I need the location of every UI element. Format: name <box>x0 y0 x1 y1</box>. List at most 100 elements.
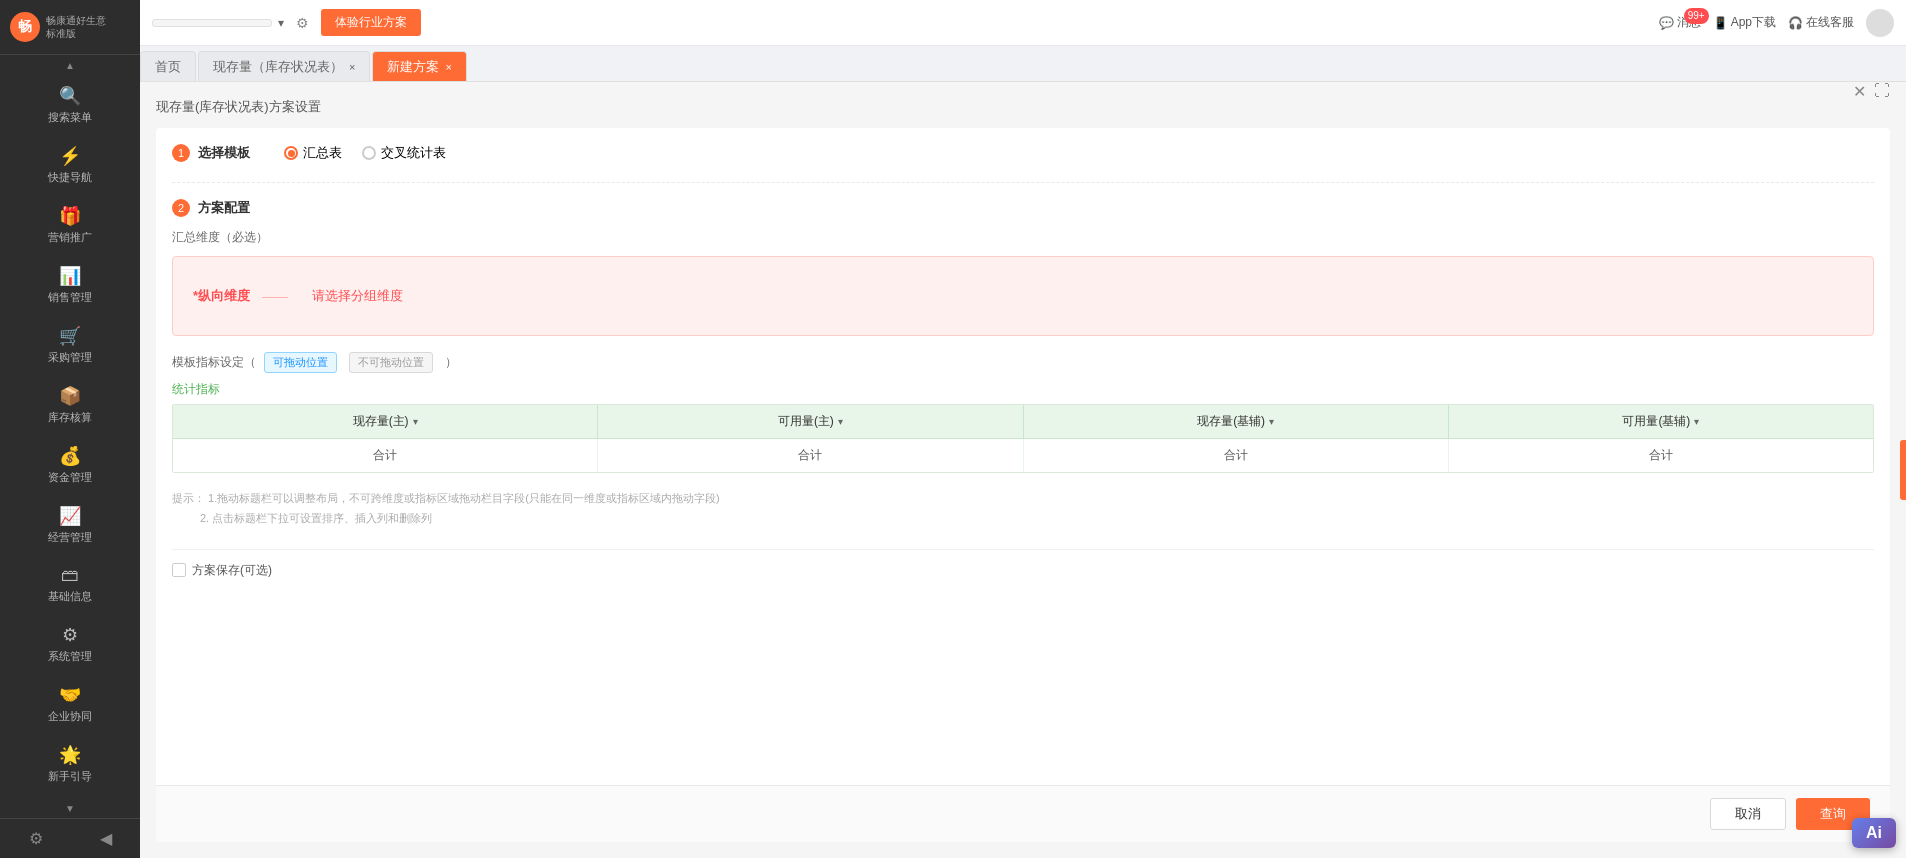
template-options: 汇总表 交叉统计表 <box>284 144 446 162</box>
user-avatar[interactable] <box>1866 9 1894 37</box>
save-checkbox[interactable] <box>172 563 186 577</box>
app-download-btn[interactable]: 📱 App下载 <box>1713 14 1776 31</box>
sidebar-item-marketing[interactable]: 🎁 营销推广 <box>0 195 140 255</box>
inventory-tab-close[interactable]: × <box>349 61 355 73</box>
sidebar-item-label: 快捷导航 <box>48 170 92 185</box>
dropdown-arrow[interactable]: ▾ <box>278 16 284 30</box>
step1-section: 1 选择模板 汇总表 交叉统计表 <box>172 144 1874 162</box>
search-input[interactable] <box>152 19 272 27</box>
operation-icon: 📈 <box>59 505 81 527</box>
dimension-hint: 请选择分组维度 <box>312 287 403 305</box>
col-header-2[interactable]: 现存量(基辅) ▾ <box>1024 405 1449 438</box>
cell-2: 合计 <box>1024 439 1449 472</box>
col-header-1[interactable]: 可用量(主) ▾ <box>598 405 1023 438</box>
sidebar-item-search[interactable]: 🔍 搜索菜单 <box>0 75 140 135</box>
online-service-btn[interactable]: 🎧 在线客服 <box>1788 14 1854 31</box>
sidebar-item-basic[interactable]: 🗃 基础信息 <box>0 555 140 614</box>
sidebar-footer: ⚙ ◀ <box>0 818 140 858</box>
footer: 取消 查询 <box>156 785 1890 842</box>
sidebar-item-finance[interactable]: 💰 资金管理 <box>0 435 140 495</box>
search-area: ▾ <box>152 16 284 30</box>
tip-item-2: 2. 点击标题栏下拉可设置排序、插入列和删除列 <box>172 509 1874 529</box>
cancel-button[interactable]: 取消 <box>1710 798 1786 830</box>
step1-header: 1 选择模板 汇总表 交叉统计表 <box>172 144 1874 162</box>
dimension-required: *纵向维度 <box>193 287 250 305</box>
main-panel: 1 选择模板 汇总表 交叉统计表 <box>156 128 1890 842</box>
radio-summary[interactable]: 汇总表 <box>284 144 342 162</box>
panel-body: 1 选择模板 汇总表 交叉统计表 <box>156 128 1890 785</box>
chip-draggable: 可拖动位置 <box>264 352 337 373</box>
topbar-right: 💬 消息 99+ 📱 App下载 🎧 在线客服 <box>1659 9 1894 37</box>
trial-industry-btn[interactable]: 体验行业方案 <box>321 9 421 36</box>
tab-inventory[interactable]: 现存量（库存状况表） × <box>198 51 370 81</box>
sidebar-item-label: 基础信息 <box>48 589 92 604</box>
settings-footer-btn[interactable]: ⚙ <box>29 829 43 848</box>
save-option: 方案保存(可选) <box>172 549 1874 579</box>
home-tab-label: 首页 <box>155 58 181 76</box>
col-arrow-3[interactable]: ▾ <box>1694 416 1699 427</box>
sidebar-item-company[interactable]: 🤝 企业协同 <box>0 674 140 734</box>
main-container: ▾ ⚙ 体验行业方案 💬 消息 99+ 📱 App下载 🎧 在线客服 首页 <box>140 0 1906 858</box>
close-panel-btn[interactable]: ✕ <box>1853 82 1866 101</box>
radio-cross-label: 交叉统计表 <box>381 144 446 162</box>
ai-badge[interactable]: Ai <box>1852 818 1896 848</box>
sidebar-item-label: 采购管理 <box>48 350 92 365</box>
cell-1: 合计 <box>598 439 1023 472</box>
col-arrow-0[interactable]: ▾ <box>413 416 418 427</box>
tabbar: 首页 现存量（库存状况表） × 新建方案 × <box>140 46 1906 82</box>
tab-new-plan[interactable]: 新建方案 × <box>372 51 466 81</box>
sidebar-item-operation[interactable]: 📈 经营管理 <box>0 495 140 555</box>
basic-icon: 🗃 <box>61 565 79 586</box>
sales-icon: 📊 <box>59 265 81 287</box>
col-arrow-1[interactable]: ▾ <box>838 416 843 427</box>
company-icon: 🤝 <box>59 684 81 706</box>
guide-icon: 🌟 <box>59 744 81 766</box>
sidebar-item-system[interactable]: ⚙ 系统管理 <box>0 614 140 674</box>
scroll-down-btn[interactable]: ▼ <box>0 798 140 818</box>
col-header-0[interactable]: 现存量(主) ▾ <box>173 405 598 438</box>
inventory-tab-label: 现存量（库存状况表） <box>213 58 343 76</box>
step2-badge: 2 <box>172 199 190 217</box>
new-plan-tab-close[interactable]: × <box>445 61 451 73</box>
save-label: 方案保存(可选) <box>192 562 272 579</box>
sidebar-item-shortcut[interactable]: ⚡ 快捷导航 <box>0 135 140 195</box>
indicator-label: 模板指标设定（ 可拖动位置 不可拖动位置 ） <box>172 352 1874 373</box>
sidebar-item-guide[interactable]: 🌟 新手引导 <box>0 734 140 794</box>
message-btn[interactable]: 💬 消息 99+ <box>1659 14 1701 31</box>
sidebar-item-label: 新手引导 <box>48 769 92 784</box>
sidebar-item-sales[interactable]: 📊 销售管理 <box>0 255 140 315</box>
stats-title: 统计指标 <box>172 381 1874 398</box>
col-header-3[interactable]: 可用量(基辅) ▾ <box>1449 405 1873 438</box>
collapse-sidebar-btn[interactable]: ◀ <box>100 829 112 848</box>
chip-not-draggable: 不可拖动位置 <box>349 352 433 373</box>
radio-summary-circle[interactable] <box>284 146 298 160</box>
marketing-icon: 🎁 <box>59 205 81 227</box>
col-arrow-2[interactable]: ▾ <box>1269 416 1274 427</box>
sidebar-item-label: 资金管理 <box>48 470 92 485</box>
dimension-area[interactable]: *纵向维度 —— 请选择分组维度 <box>172 256 1874 336</box>
app-logo: 畅 畅康通好生意 标准版 <box>0 0 140 55</box>
step1-badge: 1 <box>172 144 190 162</box>
radio-cross[interactable]: 交叉统计表 <box>362 144 446 162</box>
sidebar-item-label: 企业协同 <box>48 709 92 724</box>
radio-cross-circle[interactable] <box>362 146 376 160</box>
system-icon: ⚙ <box>62 624 78 646</box>
sidebar-item-purchase[interactable]: 🛒 采购管理 <box>0 315 140 375</box>
app-name: 畅康通好生意 标准版 <box>46 14 106 40</box>
message-icon: 💬 <box>1659 16 1674 30</box>
scroll-up-btn[interactable]: ▲ <box>0 55 140 75</box>
content-area: ✕ ⛶ 现存量(库存状况表)方案设置 1 选择模板 汇总表 <box>140 82 1906 858</box>
sidebar-item-inventory[interactable]: 📦 库存核算 <box>0 375 140 435</box>
new-plan-tab-label: 新建方案 <box>387 58 439 76</box>
shortcut-icon: ⚡ <box>59 145 81 167</box>
dimension-placeholder: *纵向维度 —— 请选择分组维度 <box>193 287 403 305</box>
expand-panel-btn[interactable]: ⛶ <box>1874 82 1890 101</box>
sidebar-nav: 🔍 搜索菜单 ⚡ 快捷导航 🎁 营销推广 📊 销售管理 🛒 采购管理 📦 库存核… <box>0 75 140 798</box>
tab-home[interactable]: 首页 <box>140 51 196 81</box>
logo-icon: 畅 <box>10 12 40 42</box>
sidebar: 畅 畅康通好生意 标准版 ▲ 🔍 搜索菜单 ⚡ 快捷导航 🎁 营销推广 📊 销售… <box>0 0 140 858</box>
sidebar-item-label: 营销推广 <box>48 230 92 245</box>
indicator-settings: 模板指标设定（ 可拖动位置 不可拖动位置 ） 统计指标 现存量(主) ▾ <box>172 352 1874 473</box>
gear-btn[interactable]: ⚙ <box>292 11 313 35</box>
tips-title: 提示： 1.拖动标题栏可以调整布局，不可跨维度或指标区域拖动栏目字段(只能在同一… <box>172 489 1874 509</box>
